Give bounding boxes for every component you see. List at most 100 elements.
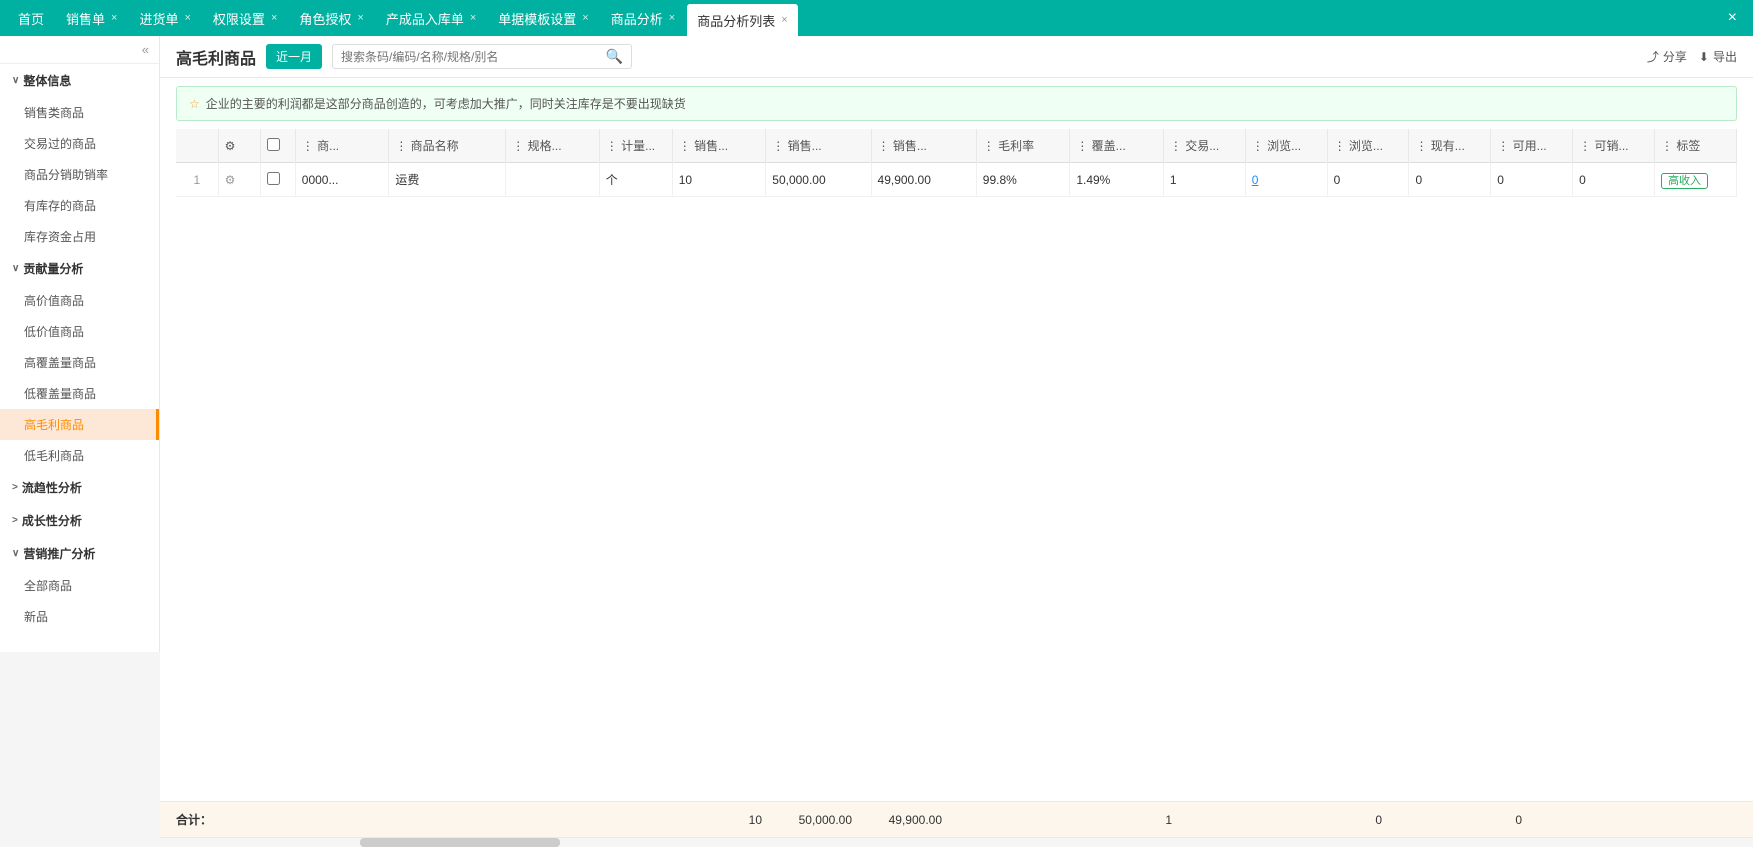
sidebar-item-1-1[interactable]: 低价值商品 xyxy=(0,316,159,347)
col-header-code[interactable]: ⋮ 商... xyxy=(295,129,389,163)
sidebar-item-4-1[interactable]: 新品 xyxy=(0,601,159,632)
sidebar-item-1-4[interactable]: 高毛利商品 xyxy=(0,409,159,440)
nav-tab-3[interactable]: 权限设置× xyxy=(203,4,287,32)
nav-tab-label: 角色授权 xyxy=(299,9,351,28)
search-box: 🔍 xyxy=(332,44,632,69)
select-all-checkbox[interactable] xyxy=(267,138,280,151)
search-input[interactable] xyxy=(341,50,606,64)
row-checkbox-0[interactable] xyxy=(267,172,280,185)
col-header-gross_rate[interactable]: ⋮ 毛利率 xyxy=(976,129,1070,163)
sidebar-section-label-2: 流趋性分析 xyxy=(22,479,82,496)
col-label-name: 商品名称 xyxy=(411,139,459,153)
table-container: ⚙⋮ 商...⋮ 商品名称⋮ 规格...⋮ 计量...⋮ 销售...⋮ 销售..… xyxy=(160,129,1753,801)
sidebar-section-label-0: 整体信息 xyxy=(23,72,71,89)
main-layout: « ∨ 整体信息销售类商品交易过的商品商品分销助销率有库存的商品库存资金占用∨贡献量… xyxy=(0,36,1753,847)
sidebar-arrow-0: ∨ xyxy=(12,75,19,86)
nav-tab-label: 首页 xyxy=(18,9,44,28)
sidebar-item-1-5[interactable]: 低毛利商品 xyxy=(0,440,159,471)
sidebar-item-0-1[interactable]: 交易过的商品 xyxy=(0,128,159,159)
export-button[interactable]: ⬇ 导出 xyxy=(1699,48,1737,65)
bottom-scrollbar[interactable] xyxy=(160,837,1753,847)
sidebar-section-4[interactable]: ∨营销推广分析 xyxy=(0,537,159,570)
nav-tab-1[interactable]: 销售单× xyxy=(56,4,127,32)
close-window-button[interactable]: × xyxy=(1720,9,1745,27)
col-header-spec[interactable]: ⋮ 规格... xyxy=(506,129,600,163)
page-title: 高毛利商品 xyxy=(176,45,256,69)
share-button[interactable]: ⤴ 分享 xyxy=(1647,48,1687,65)
nav-tab-close[interactable]: × xyxy=(357,12,363,24)
sidebar-item-1-3[interactable]: 低覆盖量商品 xyxy=(0,378,159,409)
filter-recent-month-button[interactable]: 近一月 xyxy=(266,44,322,69)
col-header-views1[interactable]: ⋮ 浏览... xyxy=(1245,129,1327,163)
share-label: 分享 xyxy=(1663,48,1687,65)
sidebar-item-1-0[interactable]: 高价值商品 xyxy=(0,285,159,316)
col-header-sales_amount[interactable]: ⋮ 销售... xyxy=(766,129,871,163)
col-header-transactions[interactable]: ⋮ 交易... xyxy=(1163,129,1245,163)
col-label-tag: 标签 xyxy=(1676,139,1700,153)
nav-tab-close[interactable]: × xyxy=(111,12,117,24)
col-header-stock_sellable[interactable]: ⋮ 可销... xyxy=(1573,129,1655,163)
content-header: 高毛利商品 近一月 🔍 ⤴ 分享 ⬇ 导出 xyxy=(160,36,1753,78)
nav-tab-close[interactable]: × xyxy=(184,12,190,24)
sidebar-section-1[interactable]: ∨贡献量分析 xyxy=(0,252,159,285)
sidebar-section-2[interactable]: >流趋性分析 xyxy=(0,471,159,504)
table-row: 1⚙0000...运费个1050,000.0049,900.0099.8%1.4… xyxy=(176,163,1737,197)
col-header-views2[interactable]: ⋮ 浏览... xyxy=(1327,129,1409,163)
col-header-sales_profit[interactable]: ⋮ 销售... xyxy=(871,129,976,163)
settings-icon[interactable]: ⚙ xyxy=(225,139,236,153)
sidebar-item-0-2[interactable]: 商品分销助销率 xyxy=(0,159,159,190)
col-header-tag[interactable]: ⋮ 标签 xyxy=(1655,129,1737,163)
nav-tab-close[interactable]: × xyxy=(781,14,787,26)
col-label-views2: 浏览... xyxy=(1349,139,1383,153)
sidebar-arrow-3: > xyxy=(12,515,18,526)
sidebar-item-0-0[interactable]: 销售类商品 xyxy=(0,97,159,128)
sidebar-collapse-button[interactable]: « xyxy=(0,36,159,64)
nav-tab-close[interactable]: × xyxy=(470,12,476,24)
nav-tab-7[interactable]: 商品分析 × xyxy=(601,4,685,32)
cell-stock_available-0: 0 xyxy=(1491,163,1573,197)
views1-link-0[interactable]: 0 xyxy=(1252,173,1259,187)
nav-tab-2[interactable]: 进货单× xyxy=(129,4,200,32)
export-label: 导出 xyxy=(1713,48,1737,65)
nav-tab-8[interactable]: 商品分析列表× xyxy=(687,4,797,36)
col-header-checkbox[interactable] xyxy=(260,129,295,163)
data-table: ⚙⋮ 商...⋮ 商品名称⋮ 规格...⋮ 计量...⋮ 销售...⋮ 销售..… xyxy=(176,129,1737,197)
sidebar-wrapper: « ∨ 整体信息销售类商品交易过的商品商品分销助销率有库存的商品库存资金占用∨贡献量… xyxy=(0,36,160,847)
col-header-settings[interactable]: ⚙ xyxy=(218,129,260,163)
col-header-coverage[interactable]: ⋮ 覆盖... xyxy=(1070,129,1164,163)
sidebar-arrow-4: ∨ xyxy=(12,548,19,559)
sidebar-item-4-0[interactable]: 全部商品 xyxy=(0,570,159,601)
header-actions: ⤴ 分享 ⬇ 导出 xyxy=(1647,48,1737,65)
cell-views1-0[interactable]: 0 xyxy=(1245,163,1327,197)
cell-stock_sellable-0: 0 xyxy=(1573,163,1655,197)
sidebar-item-0-4[interactable]: 库存资金占用 xyxy=(0,221,159,252)
col-header-unit[interactable]: ⋮ 计量... xyxy=(599,129,672,163)
sidebar-item-1-2[interactable]: 高覆盖量商品 xyxy=(0,347,159,378)
col-header-sales_qty[interactable]: ⋮ 销售... xyxy=(672,129,766,163)
cell-stock_current-0: 0 xyxy=(1409,163,1491,197)
nav-tab-label: 商品分析 xyxy=(611,9,663,28)
sidebar-section-0[interactable]: ∨ 整体信息 xyxy=(0,64,159,97)
col-header-stock_current[interactable]: ⋮ 现有... xyxy=(1409,129,1491,163)
row-settings-icon[interactable]: ⚙ xyxy=(225,173,236,187)
cell-tag-0[interactable]: 高收入 xyxy=(1655,163,1737,197)
share-icon: ⤴ xyxy=(1647,48,1659,65)
sidebar-item-0-3[interactable]: 有库存的商品 xyxy=(0,190,159,221)
nav-tab-close[interactable]: × xyxy=(669,12,675,24)
search-icon[interactable]: 🔍 xyxy=(606,48,623,65)
tag-label-0: 高收入 xyxy=(1661,173,1708,189)
cell-sales_qty-0: 10 xyxy=(672,163,766,197)
nav-tab-4[interactable]: 角色授权 × xyxy=(289,4,373,32)
cell-unit-0: 个 xyxy=(599,163,672,197)
sidebar-section-3[interactable]: >成长性分析 xyxy=(0,504,159,537)
col-header-name[interactable]: ⋮ 商品名称 xyxy=(389,129,506,163)
cell-settings-0: ⚙ xyxy=(218,163,260,197)
nav-tab-close[interactable]: × xyxy=(271,12,277,24)
nav-tab-6[interactable]: 单据模板设置× xyxy=(488,4,598,32)
col-label-stock_sellable: 可销... xyxy=(1595,139,1629,153)
col-header-stock_available[interactable]: ⋮ 可用... xyxy=(1491,129,1573,163)
nav-tab-close[interactable]: × xyxy=(582,12,588,24)
footer-cell-2: 49,900.00 xyxy=(858,813,948,827)
nav-tab-5[interactable]: 产成品入库单× xyxy=(376,4,486,32)
nav-tab-0[interactable]: 首页 xyxy=(8,4,54,32)
